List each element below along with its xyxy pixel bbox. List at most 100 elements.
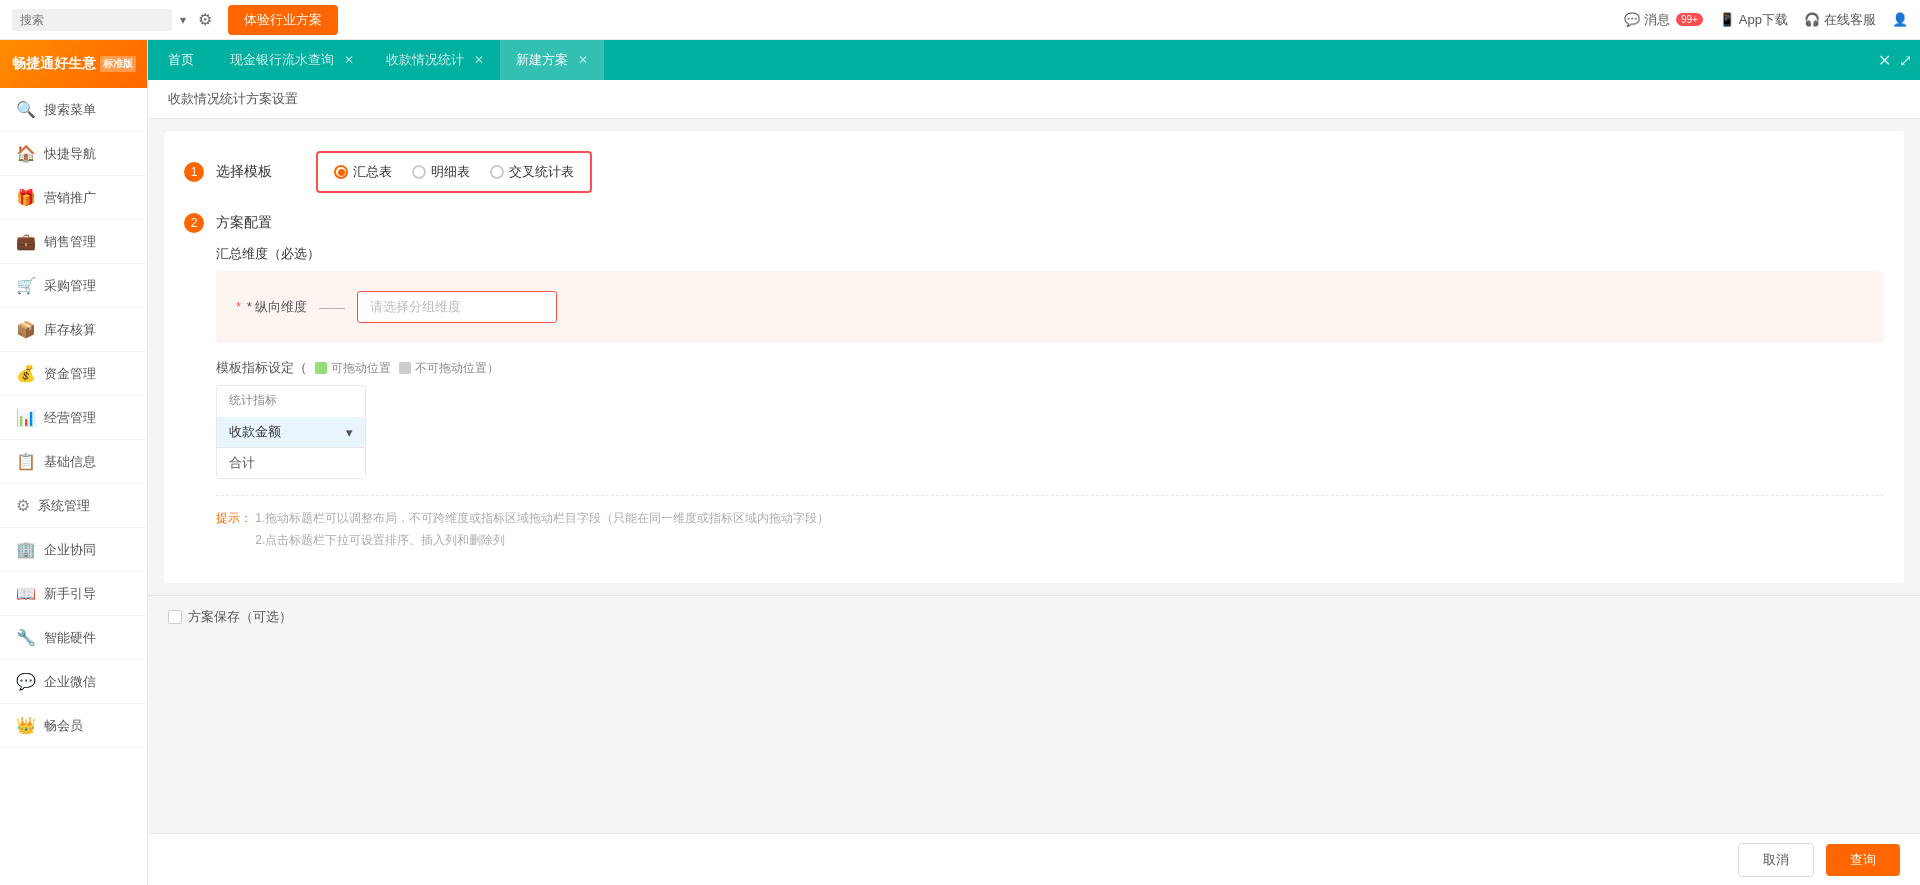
tab-close-icon[interactable]: ✕: [474, 53, 484, 67]
step2-row: 2 方案配置: [184, 213, 1884, 233]
trial-button[interactable]: 体验行业方案: [228, 5, 338, 35]
download-button[interactable]: 📱 App下载: [1719, 11, 1788, 29]
bottom-save-section: 方案保存（可选）: [148, 595, 1920, 638]
sidebar-item-label: 系统管理: [38, 497, 90, 515]
radio-circle-summary: [334, 165, 348, 179]
weixin-icon: 💬: [16, 672, 36, 691]
sidebar-item-label: 智能硬件: [44, 629, 96, 647]
metrics-title: 模板指标设定（: [216, 359, 307, 377]
app-logo: 畅捷通好生意 标准版: [0, 40, 147, 88]
sidebar-item-inventory[interactable]: 📦 库存核算: [0, 308, 147, 352]
close-window-icon[interactable]: ✕: [1878, 51, 1891, 70]
non-draggable-hint: 不可拖动位置）: [399, 360, 499, 377]
sidebar-item-label: 搜索菜单: [44, 101, 96, 119]
sidebar-item-hardware[interactable]: 🔧 智能硬件: [0, 616, 147, 660]
edition-label: 标准版: [100, 56, 136, 72]
dropdown-icon[interactable]: ▾: [346, 425, 353, 440]
query-button[interactable]: 查询: [1826, 844, 1900, 876]
service-icon: 🎧: [1804, 12, 1820, 27]
system-icon: ⚙: [16, 496, 30, 515]
message-icon: 💬: [1624, 12, 1640, 27]
sidebar-item-sales[interactable]: 💼 销售管理: [0, 220, 147, 264]
inventory-icon: 📦: [16, 320, 36, 339]
summary-dimension-section: 汇总维度（必选） * * 纵向维度 —— 请选择分组维度: [216, 245, 1884, 563]
cancel-button[interactable]: 取消: [1738, 843, 1814, 877]
stats-header-cell: 收款金额 ▾: [217, 417, 365, 448]
step2-badge: 2: [184, 213, 204, 233]
draggable-hint: 可拖动位置: [315, 360, 391, 377]
stats-body-cell: 合计: [217, 448, 365, 478]
top-right-area: 💬 消息 99+ 📱 App下载 🎧 在线客服 👤: [1624, 11, 1908, 29]
page-title: 收款情况统计方案设置: [168, 91, 298, 106]
download-icon: 📱: [1719, 12, 1735, 27]
sidebar-item-label: 新手引导: [44, 585, 96, 603]
dimension-row: * * 纵向维度 —— 请选择分组维度: [236, 291, 1864, 323]
dimension-selector[interactable]: 请选择分组维度: [357, 291, 557, 323]
step1-badge: 1: [184, 162, 204, 182]
tab-home[interactable]: 首页: [148, 40, 214, 80]
metrics-section: 模板指标设定（ 可拖动位置 不可拖动位置）: [216, 359, 1884, 563]
step1-row: 1 选择模板 汇总表 明细表: [184, 151, 1884, 193]
management-icon: 📊: [16, 408, 36, 427]
dimension-title: 汇总维度（必选）: [216, 245, 1884, 263]
sidebar-item-basic[interactable]: 📋 基础信息: [0, 440, 147, 484]
sidebar-item-guide[interactable]: 📖 新手引导: [0, 572, 147, 616]
sidebar-item-system[interactable]: ⚙ 系统管理: [0, 484, 147, 528]
tips-area: 提示： 1.拖动标题栏可以调整布局，不可跨维度或指标区域拖动栏目字段（只能在同一…: [216, 495, 1884, 563]
search-input[interactable]: [12, 9, 172, 31]
save-checkbox[interactable]: [168, 610, 182, 624]
sidebar-item-finance[interactable]: 💰 资金管理: [0, 352, 147, 396]
search-menu-icon: 🔍: [16, 100, 36, 119]
sidebar-item-member[interactable]: 👑 畅会员: [0, 704, 147, 748]
settings-icon[interactable]: ⚙: [198, 10, 212, 29]
radio-cross[interactable]: 交叉统计表: [490, 163, 574, 181]
step1-label: 选择模板: [216, 163, 272, 181]
sidebar-item-search[interactable]: 🔍 搜索菜单: [0, 88, 147, 132]
dropdown-arrow-icon[interactable]: ▾: [180, 13, 186, 27]
radio-group: 汇总表 明细表 交叉统计表: [334, 163, 574, 181]
radio-detail[interactable]: 明细表: [412, 163, 470, 181]
top-header: ▾ ⚙ 体验行业方案 💬 消息 99+ 📱 App下载 🎧 在线客服 👤: [0, 0, 1920, 40]
sidebar-item-quicknav[interactable]: 🏠 快捷导航: [0, 132, 147, 176]
sidebar-item-label: 畅会员: [44, 717, 83, 735]
sidebar-item-label: 销售管理: [44, 233, 96, 251]
user-info[interactable]: 👤: [1892, 12, 1908, 27]
sidebar-item-label: 采购管理: [44, 277, 96, 295]
vertical-dimension-label: * * 纵向维度: [236, 298, 307, 316]
basic-icon: 📋: [16, 452, 36, 471]
tip2: 2.点击标题栏下拉可设置排序、插入列和删除列: [216, 530, 1884, 552]
page-content: 收款情况统计方案设置 1 选择模板 汇总表: [148, 80, 1920, 833]
purchase-icon: 🛒: [16, 276, 36, 295]
tab-close-icon[interactable]: ✕: [578, 53, 588, 67]
arrow-icon: ——: [319, 300, 345, 315]
form-section: 1 选择模板 汇总表 明细表: [164, 131, 1904, 583]
save-checkbox-item[interactable]: 方案保存（可选）: [168, 608, 292, 626]
sidebar-item-management[interactable]: 📊 经营管理: [0, 396, 147, 440]
sidebar-item-purchase[interactable]: 🛒 采购管理: [0, 264, 147, 308]
non-draggable-badge: [399, 362, 411, 374]
stats-table: 统计指标 收款金额 ▾ 合计: [216, 385, 366, 479]
stats-row-name: 合计: [229, 455, 255, 470]
home-icon: 🏠: [16, 144, 36, 163]
hardware-icon: 🔧: [16, 628, 36, 647]
step2-label: 方案配置: [216, 214, 272, 232]
maximize-icon[interactable]: ⤢: [1899, 51, 1912, 70]
sidebar-item-label: 经营管理: [44, 409, 96, 427]
service-button[interactable]: 🎧 在线客服: [1804, 11, 1876, 29]
radio-summary[interactable]: 汇总表: [334, 163, 392, 181]
message-button[interactable]: 💬 消息 99+: [1624, 11, 1703, 29]
message-badge: 99+: [1676, 13, 1703, 26]
template-selector: 汇总表 明细表 交叉统计表: [316, 151, 592, 193]
main-layout: 畅捷通好生意 标准版 🔍 搜索菜单 🏠 快捷导航 🎁 营销推广 💼 销售管理 🛒…: [0, 40, 1920, 885]
tab-bar-actions: ✕ ⤢: [1878, 51, 1920, 70]
gift-icon: 🎁: [16, 188, 36, 207]
tab-receipt[interactable]: 收款情况统计 ✕: [370, 40, 500, 80]
sidebar-item-marketing[interactable]: 🎁 营销推广: [0, 176, 147, 220]
sidebar-item-enterprise[interactable]: 🏢 企业协同: [0, 528, 147, 572]
sidebar-item-weixin[interactable]: 💬 企业微信: [0, 660, 147, 704]
sidebar-item-label: 资金管理: [44, 365, 96, 383]
user-avatar: 👤: [1892, 12, 1908, 27]
tab-close-icon[interactable]: ✕: [344, 53, 354, 67]
tab-newplan[interactable]: 新建方案 ✕: [500, 40, 604, 80]
tab-cashbank[interactable]: 现金银行流水查询 ✕: [214, 40, 370, 80]
